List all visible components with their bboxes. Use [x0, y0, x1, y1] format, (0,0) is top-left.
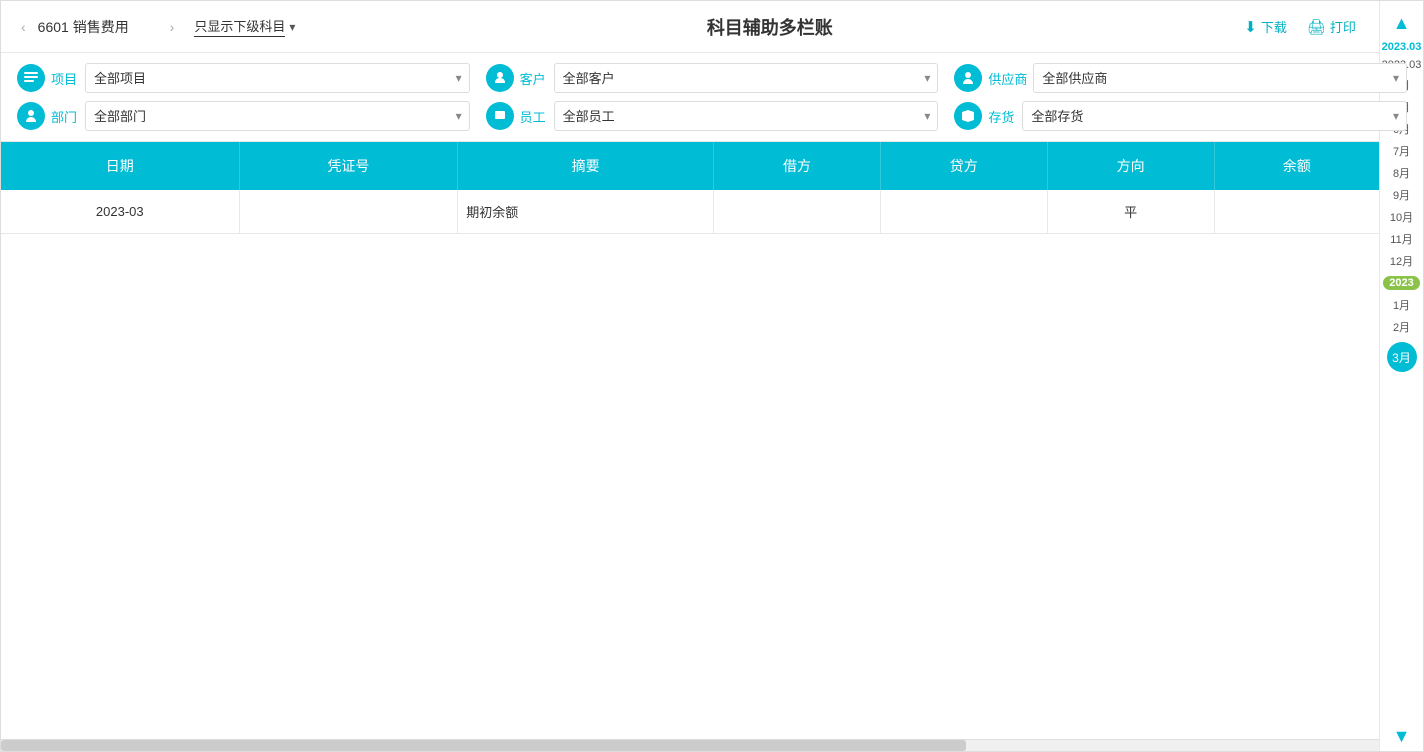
project-label: 项目 — [51, 69, 79, 88]
nav-right-arrow[interactable]: › — [166, 19, 179, 35]
dept-label: 部门 — [51, 107, 79, 126]
data-table: 日期 凭证号 摘要 借方 贷方 方向 余额 2023-03 期初余额 平 — [1, 142, 1379, 234]
employee-select-wrapper: 全部员工 — [554, 101, 939, 131]
inventory-select[interactable]: 全部存货 — [1022, 101, 1407, 131]
project-icon — [17, 64, 45, 92]
sidebar-scroll-down[interactable]: ▼ — [1389, 722, 1415, 751]
cell-date: 2023-03 — [1, 190, 239, 234]
employee-select[interactable]: 全部员工 — [554, 101, 939, 131]
col-voucher: 凭证号 — [239, 142, 458, 190]
customer-icon — [486, 64, 514, 92]
employee-label: 员工 — [520, 107, 548, 126]
employee-icon — [486, 102, 514, 130]
customer-select[interactable]: 全部客户 — [554, 63, 939, 93]
customer-select-wrapper: 全部客户 — [554, 63, 939, 93]
sidebar-period-12[interactable]: 1月 — [1391, 294, 1412, 316]
sidebar-period-0[interactable]: 2023.03 — [1380, 38, 1423, 56]
supplier-select-wrapper: 全部供应商 — [1033, 63, 1407, 93]
sidebar-period-10[interactable]: 12月 — [1388, 250, 1415, 272]
col-direction: 方向 — [1047, 142, 1214, 190]
sidebar-year-badge[interactable]: 2023 — [1383, 276, 1419, 290]
cell-voucher — [239, 190, 458, 234]
col-credit: 贷方 — [880, 142, 1047, 190]
nav-left-arrow[interactable]: ‹ — [17, 19, 30, 35]
main-window: ▲ 2023.03 2023.03 4月 5月 6月 7月 8月 9月 10月 … — [0, 0, 1424, 752]
inventory-label: 存货 — [988, 107, 1016, 126]
cell-debit — [714, 190, 881, 234]
supplier-label: 供应商 — [988, 69, 1027, 88]
table-header-row: 日期 凭证号 摘要 借方 贷方 方向 余额 — [1, 142, 1379, 190]
sidebar-period-13[interactable]: 2月 — [1391, 316, 1412, 338]
col-balance: 余额 — [1214, 142, 1379, 190]
inventory-select-wrapper: 全部存货 — [1022, 101, 1407, 131]
sidebar-content: 2023.03 2023.03 4月 5月 6月 7月 8月 9月 10月 11… — [1380, 38, 1423, 722]
filter-item-employee: 员工 全部员工 — [486, 101, 939, 131]
sidebar-period-8[interactable]: 10月 — [1388, 206, 1415, 228]
table-row: 2023-03 期初余额 平 — [1, 190, 1379, 234]
print-button[interactable]: 🖨 打印 — [1307, 17, 1356, 36]
filter-item-dept: 部门 全部部门 — [17, 101, 470, 131]
dept-select-wrapper: 全部部门 — [85, 101, 470, 131]
bottom-scrollbar[interactable] — [1, 739, 1379, 751]
sidebar-period-7[interactable]: 9月 — [1391, 184, 1412, 206]
inventory-icon — [954, 102, 982, 130]
only-sub-label[interactable]: 只显示下级科目 — [194, 16, 285, 37]
col-summary: 摘要 — [458, 142, 714, 190]
download-icon: ⬇ — [1244, 18, 1257, 36]
filter-row-2: 部门 全部部门 员工 全部员工 — [17, 101, 1407, 131]
filter-item-project: 项目 全部项目 — [17, 63, 470, 93]
customer-label: 客户 — [520, 69, 548, 88]
cell-summary: 期初余额 — [458, 190, 714, 234]
download-button[interactable]: ⬇ 下载 — [1244, 17, 1287, 36]
sidebar-period-active[interactable]: 3月 — [1387, 342, 1417, 372]
print-icon: 🖨 — [1307, 18, 1326, 36]
scrollbar-thumb[interactable] — [1, 740, 966, 751]
sidebar-scroll-up[interactable]: ▲ — [1389, 9, 1415, 38]
cell-direction: 平 — [1047, 190, 1214, 234]
sidebar-period-5[interactable]: 7月 — [1391, 140, 1412, 162]
filter-item-customer: 客户 全部客户 — [486, 63, 939, 93]
project-select[interactable]: 全部项目 — [85, 63, 470, 93]
sidebar-period-9[interactable]: 11月 — [1388, 228, 1414, 250]
col-date: 日期 — [1, 142, 239, 190]
filter-item-inventory: 存货 全部存货 — [954, 101, 1407, 131]
top-bar: ‹ 6601 销售费用 › 只显示下级科目 ▾ 科目辅助多栏账 ⬇ 下载 🖨 打… — [1, 1, 1423, 53]
page-title: 科目辅助多栏账 — [295, 14, 1244, 40]
table-container: 日期 凭证号 摘要 借方 贷方 方向 余额 2023-03 期初余额 平 — [1, 142, 1379, 234]
filter-row-1: 项目 全部项目 客户 全部客户 — [17, 63, 1407, 93]
supplier-select[interactable]: 全部供应商 — [1033, 63, 1407, 93]
filter-item-supplier: 供应商 全部供应商 — [954, 63, 1407, 93]
project-select-wrapper: 全部项目 — [85, 63, 470, 93]
dept-icon — [17, 102, 45, 130]
account-code: 6601 销售费用 — [38, 17, 158, 37]
filter-bar: 项目 全部项目 客户 全部客户 — [1, 53, 1423, 142]
supplier-icon — [954, 64, 982, 92]
print-label: 打印 — [1330, 17, 1356, 36]
cell-balance — [1214, 190, 1379, 234]
cell-credit — [880, 190, 1047, 234]
col-debit: 借方 — [714, 142, 881, 190]
sidebar-period-6[interactable]: 8月 — [1391, 162, 1412, 184]
download-label: 下载 — [1261, 17, 1287, 36]
dept-select[interactable]: 全部部门 — [85, 101, 470, 131]
